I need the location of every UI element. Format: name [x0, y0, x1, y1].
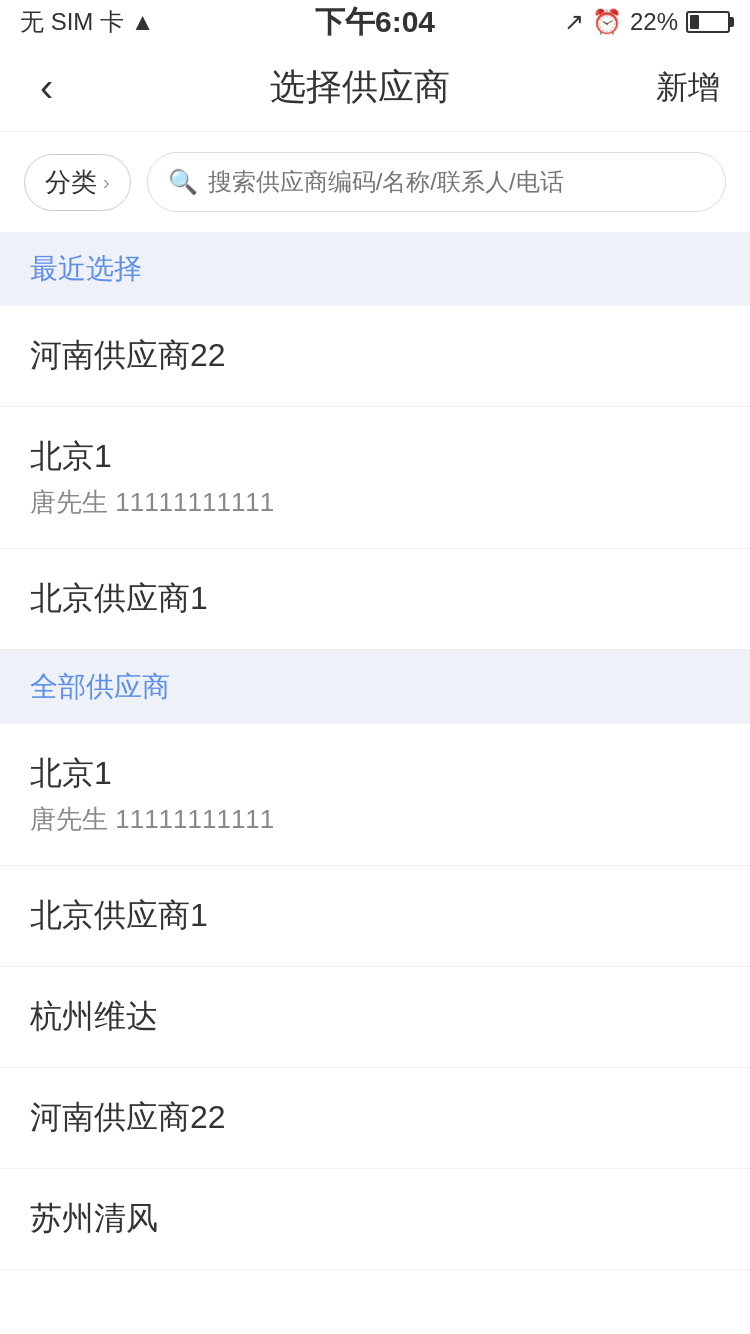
- search-input[interactable]: [208, 168, 705, 196]
- item-name: 杭州维达: [30, 995, 720, 1039]
- location-icon: ↗: [564, 8, 584, 36]
- list-item[interactable]: 北京1 唐先生 11111111111: [0, 407, 750, 549]
- alarm-icon: ⏰: [592, 8, 622, 36]
- list-item[interactable]: 苏州清风: [0, 1169, 750, 1270]
- new-action-button[interactable]: 新增: [656, 66, 720, 110]
- item-name: 北京1: [30, 435, 720, 479]
- item-name: 河南供应商22: [30, 334, 720, 378]
- item-name: 北京1: [30, 752, 720, 796]
- item-name: 苏州清风: [30, 1197, 720, 1241]
- item-sub: 唐先生 11111111111: [30, 485, 720, 520]
- back-button[interactable]: ‹: [30, 55, 63, 120]
- item-name: 河南供应商22: [30, 1096, 720, 1140]
- list-item[interactable]: 河南供应商22: [0, 306, 750, 407]
- nav-bar: ‹ 选择供应商 新增: [0, 44, 750, 132]
- category-label: 分类: [45, 165, 97, 200]
- recent-section-header: 最近选择: [0, 232, 750, 306]
- list-item[interactable]: 河南供应商22: [0, 1068, 750, 1169]
- chevron-icon: ›: [103, 171, 110, 194]
- battery-percent: 22%: [630, 8, 678, 36]
- status-bar: 无 SIM 卡 ▲ 下午6:04 ↗ ⏰ 22%: [0, 0, 750, 44]
- list-item[interactable]: 北京供应商1: [0, 549, 750, 650]
- item-name: 北京供应商1: [30, 577, 720, 621]
- sim-label: 无 SIM 卡 ▲: [20, 6, 154, 38]
- category-button[interactable]: 分类 ›: [24, 154, 131, 211]
- page-title: 选择供应商: [270, 63, 450, 112]
- battery-icon: [686, 11, 730, 33]
- item-sub: 唐先生 11111111111: [30, 802, 720, 837]
- recent-list: 河南供应商22 北京1 唐先生 11111111111 北京供应商1: [0, 306, 750, 650]
- status-right: ↗ ⏰ 22%: [564, 8, 730, 36]
- status-left: 无 SIM 卡 ▲: [20, 6, 154, 38]
- item-name: 北京供应商1: [30, 894, 720, 938]
- search-box[interactable]: 🔍: [147, 152, 726, 212]
- all-section-header: 全部供应商: [0, 650, 750, 724]
- filter-bar: 分类 › 🔍: [0, 132, 750, 232]
- search-icon: 🔍: [168, 168, 198, 196]
- list-item[interactable]: 杭州维达: [0, 967, 750, 1068]
- list-item[interactable]: 北京1 唐先生 11111111111: [0, 724, 750, 866]
- list-item[interactable]: 北京供应商1: [0, 866, 750, 967]
- all-list: 北京1 唐先生 11111111111 北京供应商1 杭州维达河南供应商22 苏州清风: [0, 724, 750, 1270]
- status-time: 下午6:04: [315, 2, 435, 43]
